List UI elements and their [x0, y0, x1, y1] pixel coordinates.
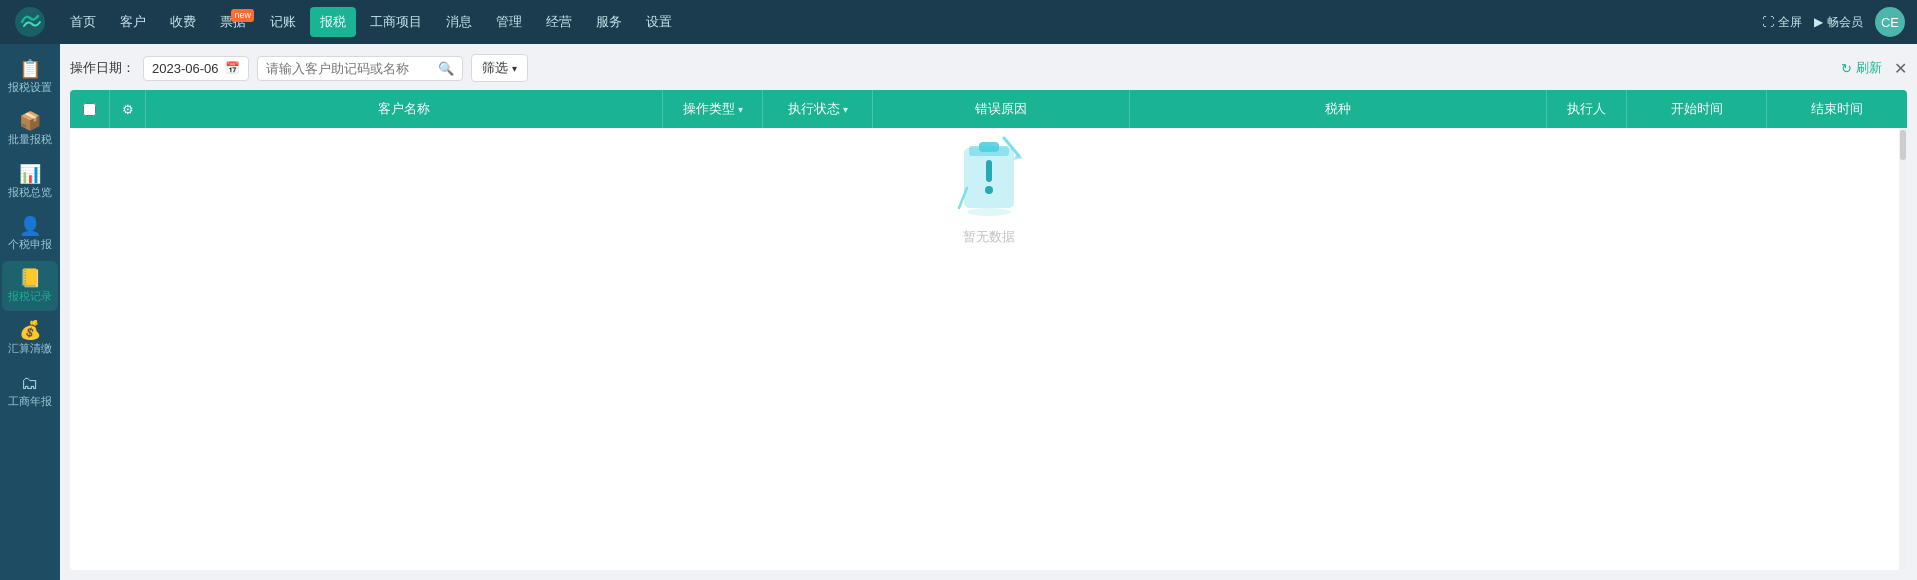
fullscreen-label: 全屏	[1778, 14, 1802, 31]
batch-tax-icon: 📦	[19, 112, 41, 130]
toolbar-right: ↻ 刷新 ✕	[1841, 59, 1907, 78]
date-label: 操作日期：	[70, 59, 135, 77]
search-box[interactable]: 🔍	[257, 56, 463, 81]
sidebar-item-settle[interactable]: 💰 汇算清缴	[2, 313, 58, 363]
logo[interactable]	[12, 4, 48, 40]
th-start-time-label: 开始时间	[1671, 100, 1723, 118]
th-checkbox[interactable]	[70, 90, 110, 128]
tax-records-label: 报税记录	[8, 289, 52, 303]
nav-item-收费[interactable]: 收费	[160, 7, 206, 37]
sidebar: 📋 报税设置 📦 批量报税 📊 报税总览 👤 个税申报 📒 报税记录 💰 汇算清缴 🗂 工商年报	[0, 44, 60, 580]
table-scroll-area: 暂无数据	[70, 128, 1907, 570]
nav-badge: new	[231, 9, 254, 22]
sidebar-item-batch-tax[interactable]: 📦 批量报税	[2, 104, 58, 154]
member-label: 畅会员	[1827, 14, 1863, 31]
filter-btn[interactable]: 筛选 ▾	[471, 54, 528, 82]
th-settings[interactable]: ⚙	[110, 90, 146, 128]
tax-overview-icon: 📊	[19, 165, 41, 183]
select-all-checkbox[interactable]	[83, 103, 96, 116]
th-tax-type-label: 税种	[1325, 100, 1351, 118]
filter-op-type-icon: ▾	[738, 104, 743, 115]
toolbar: 操作日期： 2023-06-06 📅 🔍 筛选 ▾ ↻ 刷新 ✕	[70, 54, 1907, 82]
annual-report-icon: 🗂	[21, 374, 39, 392]
tax-settings-label: 报税设置	[8, 80, 52, 94]
svg-rect-3	[979, 142, 999, 152]
search-input[interactable]	[266, 61, 434, 76]
nav-item-记账[interactable]: 记账	[260, 7, 306, 37]
th-op-type[interactable]: 操作类型 ▾	[663, 90, 763, 128]
svg-marker-7	[1013, 154, 1023, 160]
nav-item-客户[interactable]: 客户	[110, 7, 156, 37]
annual-report-label: 工商年报	[8, 394, 52, 408]
nav-item-工商项目[interactable]: 工商项目	[360, 7, 432, 37]
top-nav-right: ⛶ 全屏 ▶ 畅会员 CE	[1762, 7, 1905, 37]
th-status[interactable]: 执行状态 ▾	[763, 90, 873, 128]
svg-point-5	[985, 186, 993, 194]
close-btn[interactable]: ✕	[1894, 59, 1907, 78]
calendar-icon: 📅	[225, 61, 240, 75]
th-tax-type: 税种	[1130, 90, 1547, 128]
settings-icon: ⚙	[122, 102, 134, 117]
main-layout: 📋 报税设置 📦 批量报税 📊 报税总览 👤 个税申报 📒 报税记录 💰 汇算清缴 🗂 工商年报 操作日期…	[0, 44, 1917, 580]
th-end-time: 结束时间	[1767, 90, 1907, 128]
scrollbar-thumb	[1900, 130, 1906, 160]
settle-label: 汇算清缴	[8, 341, 52, 355]
nav-item-首页[interactable]: 首页	[60, 7, 106, 37]
table-header: ⚙ 客户名称 操作类型 ▾ 执行状态 ▾ 错误原因 税种	[70, 90, 1907, 128]
sidebar-item-tax-records[interactable]: 📒 报税记录	[2, 261, 58, 311]
scrollbar[interactable]	[1899, 128, 1907, 570]
tax-overview-label: 报税总览	[8, 185, 52, 199]
nav-item-经营[interactable]: 经营	[536, 7, 582, 37]
th-customer: 客户名称	[146, 90, 663, 128]
filter-status-icon: ▾	[843, 104, 848, 115]
nav-item-票据[interactable]: 票据new	[210, 7, 256, 37]
refresh-btn[interactable]: ↻ 刷新	[1841, 59, 1882, 77]
table-body: 暂无数据	[70, 128, 1907, 246]
sidebar-item-annual-report[interactable]: 🗂 工商年报	[2, 366, 58, 416]
date-value: 2023-06-06	[152, 61, 219, 76]
th-op-type-label: 操作类型	[683, 100, 735, 118]
empty-text: 暂无数据	[963, 228, 1015, 246]
nav-item-设置[interactable]: 设置	[636, 7, 682, 37]
refresh-icon: ↻	[1841, 61, 1852, 76]
th-start-time: 开始时间	[1627, 90, 1767, 128]
th-error-label: 错误原因	[975, 100, 1027, 118]
sidebar-item-tax-settings[interactable]: 📋 报税设置	[2, 52, 58, 102]
empty-illustration	[949, 128, 1029, 218]
nav-item-消息[interactable]: 消息	[436, 7, 482, 37]
member-btn[interactable]: ▶ 畅会员	[1814, 14, 1863, 31]
th-status-label: 执行状态	[788, 100, 840, 118]
chevron-down-icon: ▾	[512, 63, 517, 74]
th-end-time-label: 结束时间	[1811, 100, 1863, 118]
th-error: 错误原因	[873, 90, 1130, 128]
batch-tax-label: 批量报税	[8, 132, 52, 146]
th-executor: 执行人	[1547, 90, 1627, 128]
date-picker[interactable]: 2023-06-06 📅	[143, 56, 249, 81]
tax-settings-icon: 📋	[19, 60, 41, 78]
table-container: ⚙ 客户名称 操作类型 ▾ 执行状态 ▾ 错误原因 税种	[70, 90, 1907, 570]
nav-item-报税[interactable]: 报税	[310, 7, 356, 37]
play-icon: ▶	[1814, 15, 1823, 29]
search-icon: 🔍	[438, 61, 454, 76]
personal-tax-label: 个税申报	[8, 237, 52, 251]
filter-label: 筛选	[482, 59, 508, 77]
personal-tax-icon: 👤	[19, 217, 41, 235]
avatar[interactable]: CE	[1875, 7, 1905, 37]
sidebar-item-personal-tax[interactable]: 👤 个税申报	[2, 209, 58, 259]
nav-item-服务[interactable]: 服务	[586, 7, 632, 37]
refresh-label: 刷新	[1856, 59, 1882, 77]
fullscreen-icon: ⛶	[1762, 15, 1774, 29]
content-area: 操作日期： 2023-06-06 📅 🔍 筛选 ▾ ↻ 刷新 ✕	[60, 44, 1917, 580]
sidebar-item-tax-overview[interactable]: 📊 报税总览	[2, 157, 58, 207]
nav-item-管理[interactable]: 管理	[486, 7, 532, 37]
th-customer-label: 客户名称	[378, 100, 430, 118]
tax-records-icon: 📒	[19, 269, 41, 287]
top-nav: 首页客户收费票据new记账报税工商项目消息管理经营服务设置 ⛶ 全屏 ▶ 畅会员…	[0, 0, 1917, 44]
svg-rect-4	[986, 160, 992, 182]
settle-icon: 💰	[19, 321, 41, 339]
nav-items: 首页客户收费票据new记账报税工商项目消息管理经营服务设置	[60, 7, 1762, 37]
fullscreen-btn[interactable]: ⛶ 全屏	[1762, 14, 1802, 31]
th-executor-label: 执行人	[1567, 100, 1606, 118]
svg-point-9	[967, 208, 1011, 216]
